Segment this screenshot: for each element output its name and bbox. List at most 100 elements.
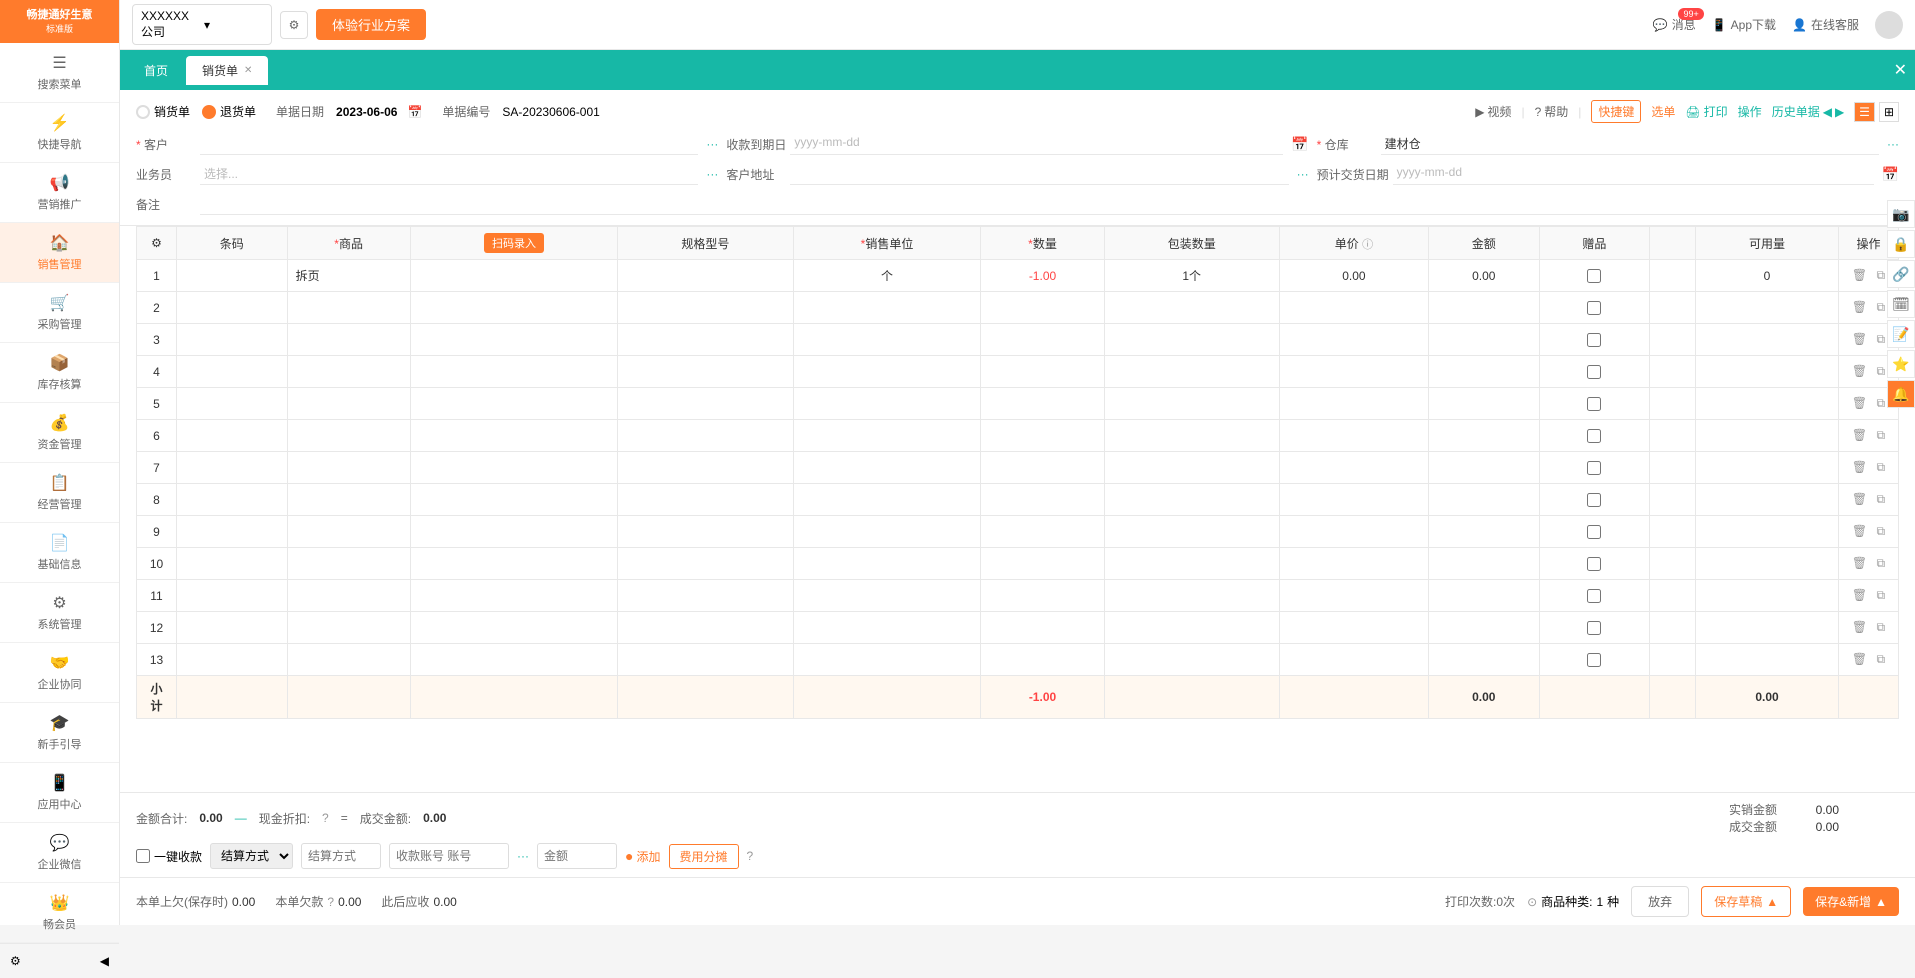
cell-remark-4[interactable]	[1650, 388, 1696, 420]
sidebar-item-6[interactable]: 💰资金管理	[0, 403, 119, 463]
delete-icon-0[interactable]: 🗑	[1849, 268, 1870, 282]
cell-spec-8[interactable]	[618, 516, 793, 548]
cell-price-2[interactable]	[1279, 324, 1428, 356]
operation-action[interactable]: 操作	[1738, 103, 1762, 120]
cell-amount-5[interactable]	[1429, 420, 1540, 452]
cell-gift-8[interactable]	[1539, 516, 1650, 548]
float-btn-link[interactable]: 🔗	[1887, 260, 1915, 288]
cell-remark-8[interactable]	[1650, 516, 1696, 548]
sidebar-item-1[interactable]: ⚡快捷导航	[0, 103, 119, 163]
cell-remark-11[interactable]	[1650, 612, 1696, 644]
cell-product-1[interactable]	[287, 292, 410, 324]
delete-icon-3[interactable]: 🗑	[1849, 364, 1870, 378]
gift-checkbox-6[interactable]	[1587, 461, 1601, 475]
cell-pkg-qty-9[interactable]	[1104, 548, 1279, 580]
next-icon[interactable]: ▶	[1835, 105, 1844, 119]
copy-icon-8[interactable]: ⧉	[1874, 524, 1889, 538]
cell-remark-2[interactable]	[1650, 324, 1696, 356]
save-new-button[interactable]: 保存&新增 ▲	[1803, 887, 1899, 916]
cell-price-10[interactable]	[1279, 580, 1428, 612]
expense-help-icon[interactable]: ?	[747, 849, 754, 863]
delete-icon-11[interactable]: 🗑	[1849, 620, 1870, 634]
cell-unit-3[interactable]	[793, 356, 981, 388]
cell-gift-9[interactable]	[1539, 548, 1650, 580]
sidebar-item-9[interactable]: ⚙系统管理	[0, 583, 119, 643]
cell-unit-5[interactable]	[793, 420, 981, 452]
cell-unit-6[interactable]	[793, 452, 981, 484]
cell-spec-7[interactable]	[618, 484, 793, 516]
cell-barcode-5[interactable]	[177, 420, 288, 452]
gift-checkbox-2[interactable]	[1587, 333, 1601, 347]
delete-icon-6[interactable]: 🗑	[1849, 460, 1870, 474]
view-list-icon[interactable]: ☰	[1854, 102, 1875, 122]
float-btn-lock[interactable]: 🔒	[1887, 230, 1915, 258]
cell-gift-5[interactable]	[1539, 420, 1650, 452]
cell-unit-7[interactable]	[793, 484, 981, 516]
cell-product-9[interactable]	[287, 548, 410, 580]
cell-gift-4[interactable]	[1539, 388, 1650, 420]
video-action[interactable]: ▶ 视频	[1475, 103, 1511, 120]
cell-barcode-4[interactable]	[177, 388, 288, 420]
cell-unit-11[interactable]	[793, 612, 981, 644]
cell-amount-0[interactable]: 0.00	[1429, 260, 1540, 292]
cell-barcode-1[interactable]	[177, 292, 288, 324]
gift-checkbox-11[interactable]	[1587, 621, 1601, 635]
payment-method-select[interactable]: 结算方式	[210, 843, 293, 869]
cell-gift-7[interactable]	[1539, 484, 1650, 516]
cell-barcode-2[interactable]	[177, 324, 288, 356]
gift-checkbox-7[interactable]	[1587, 493, 1601, 507]
cell-gift-2[interactable]	[1539, 324, 1650, 356]
tab-home[interactable]: 首页	[128, 56, 184, 85]
cell-spec-2[interactable]	[618, 324, 793, 356]
sidebar-item-11[interactable]: 🎓新手引导	[0, 703, 119, 763]
radio-sale[interactable]: 销货单	[136, 103, 190, 120]
cell-amount-8[interactable]	[1429, 516, 1540, 548]
cell-remark-1[interactable]	[1650, 292, 1696, 324]
cell-remark-7[interactable]	[1650, 484, 1696, 516]
delete-icon-1[interactable]: 🗑	[1849, 300, 1870, 314]
gift-checkbox-8[interactable]	[1587, 525, 1601, 539]
customer-dots[interactable]: ···	[706, 137, 718, 151]
sidebar-item-0[interactable]: ☰搜索菜单	[0, 43, 119, 103]
sidebar-item-14[interactable]: 👑畅会员	[0, 883, 119, 943]
cell-unit-4[interactable]	[793, 388, 981, 420]
cell-gift-12[interactable]	[1539, 644, 1650, 676]
cell-pkg-qty-0[interactable]: 1个	[1104, 260, 1279, 292]
th-scan[interactable]: 扫码录入	[410, 227, 618, 260]
cell-gift-11[interactable]	[1539, 612, 1650, 644]
delete-icon-8[interactable]: 🗑	[1849, 524, 1870, 538]
cell-pkg-qty-11[interactable]	[1104, 612, 1279, 644]
cell-price-3[interactable]	[1279, 356, 1428, 388]
sidebar-item-5[interactable]: 📦库存核算	[0, 343, 119, 403]
gift-checkbox-12[interactable]	[1587, 653, 1601, 667]
sidebar-item-3[interactable]: 🏠销售管理	[0, 223, 119, 283]
gift-checkbox-5[interactable]	[1587, 429, 1601, 443]
cell-pkg-qty-10[interactable]	[1104, 580, 1279, 612]
copy-icon-7[interactable]: ⧉	[1874, 492, 1889, 506]
copy-icon-12[interactable]: ⧉	[1874, 652, 1889, 666]
radio-return[interactable]: 退货单	[202, 103, 256, 120]
warehouse-input[interactable]: 建材仓	[1381, 133, 1879, 155]
copy-icon-6[interactable]: ⧉	[1874, 460, 1889, 474]
copy-icon-9[interactable]: ⧉	[1874, 556, 1889, 570]
cell-qty-0[interactable]: -1.00	[981, 260, 1104, 292]
sidebar-collapse-icon[interactable]: ◀	[100, 954, 109, 968]
scan-button[interactable]: 扫码录入	[484, 233, 544, 253]
cell-barcode-9[interactable]	[177, 548, 288, 580]
cell-qty-11[interactable]	[981, 612, 1104, 644]
online-service-button[interactable]: 👤 在线客服	[1792, 16, 1859, 33]
sidebar-item-10[interactable]: 🤝企业协同	[0, 643, 119, 703]
cell-pkg-qty-12[interactable]	[1104, 644, 1279, 676]
one-click-payment-checkbox[interactable]	[136, 849, 150, 863]
float-btn-calendar[interactable]: 🗓	[1887, 290, 1915, 318]
date-calendar-icon[interactable]: 📅	[407, 105, 422, 119]
cell-unit-1[interactable]	[793, 292, 981, 324]
save-draft-button[interactable]: 保存草稿 ▲	[1701, 886, 1791, 917]
delete-icon-12[interactable]: 🗑	[1849, 652, 1870, 666]
cell-qty-7[interactable]	[981, 484, 1104, 516]
cell-product-8[interactable]	[287, 516, 410, 548]
cell-qty-8[interactable]	[981, 516, 1104, 548]
copy-icon-0[interactable]: ⧉	[1874, 268, 1889, 282]
cell-amount-1[interactable]	[1429, 292, 1540, 324]
gift-checkbox-9[interactable]	[1587, 557, 1601, 571]
